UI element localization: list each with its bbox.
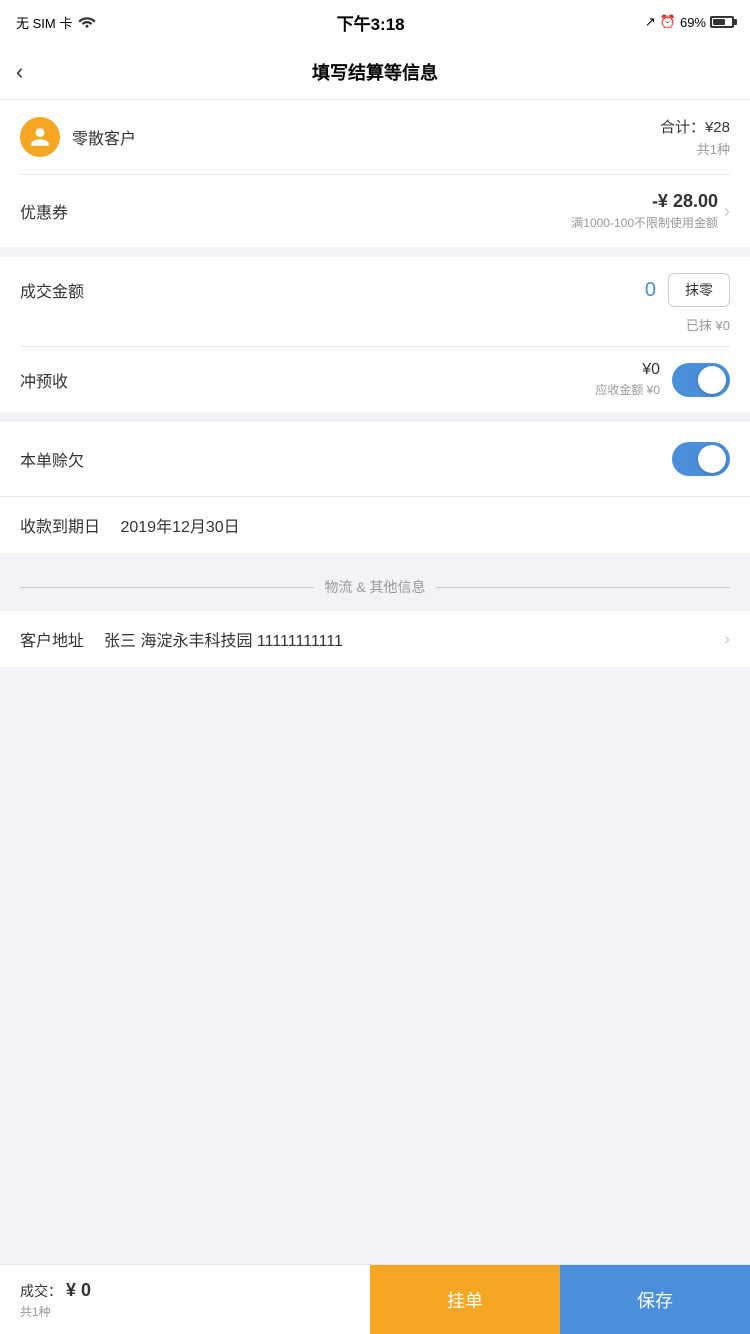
customer-avatar	[20, 117, 60, 157]
deal-section: 成交金额 0 抹零 已抹 ¥0 冲预收 ¥0 应收金额 ¥0	[0, 257, 750, 412]
bottom-bar: 成交： ¥ 0 共1种 挂单 保存	[0, 1264, 750, 1334]
customer-row[interactable]: 零散客户 合计：¥28 共1种	[0, 100, 750, 174]
save-button[interactable]: 保存	[560, 1265, 750, 1334]
customer-left: 零散客户	[20, 117, 136, 157]
back-button[interactable]: ‹	[16, 59, 23, 85]
deal-value: 0	[645, 279, 656, 302]
chevron-right-icon: ›	[724, 201, 730, 222]
address-content: 客户地址 张三 海淀永丰科技园 11111111111	[20, 627, 343, 651]
status-bar: 无 SIM 卡 下午3:18 ↗ ⏰ 69%	[0, 0, 750, 44]
coupon-row[interactable]: 优惠券 -¥ 28.00 满1000-100不限制使用金额 ›	[0, 175, 750, 247]
sim-status: 无 SIM 卡	[16, 13, 72, 32]
logistics-line-left	[20, 587, 314, 588]
status-left: 无 SIM 卡	[16, 13, 96, 32]
customer-total: 合计：¥28 共1种	[660, 116, 730, 158]
flush-amounts: ¥0 应收金额 ¥0	[595, 361, 660, 398]
address-label: 客户地址	[20, 627, 84, 651]
battery-percent: 69%	[680, 15, 706, 30]
flush-row: 冲预收 ¥0 应收金额 ¥0	[0, 347, 750, 412]
content: 零散客户 合计：¥28 共1种 优惠券 -¥ 28.00 满1000-100不限…	[0, 100, 750, 757]
logistics-line-right	[436, 587, 730, 588]
address-row[interactable]: 客户地址 张三 海淀永丰科技园 11111111111 ›	[0, 611, 750, 667]
flush-main-amount: ¥0	[595, 361, 660, 379]
location-icon: ↗	[645, 14, 656, 30]
total-amount: 合计：¥28	[660, 116, 730, 137]
debt-label: 本单赊欠	[20, 447, 84, 471]
bottom-count: 共1种	[20, 1303, 350, 1320]
debt-toggle[interactable]	[672, 442, 730, 476]
coupon-amount: -¥ 28.00	[571, 191, 718, 212]
total-count: 共1种	[660, 139, 730, 158]
deal-label: 成交金额	[20, 278, 84, 302]
customer-section: 零散客户 合计：¥28 共1种 优惠券 -¥ 28.00 满1000-100不限…	[0, 100, 750, 247]
battery-icon	[710, 16, 734, 28]
deal-right: 0 抹零	[645, 273, 730, 307]
bottom-info: 成交： ¥ 0 共1种	[0, 1280, 370, 1320]
status-right: ↗ ⏰ 69%	[645, 14, 734, 30]
coupon-desc: 满1000-100不限制使用金额	[571, 214, 718, 231]
flush-label: 冲预收	[20, 368, 68, 392]
bottom-deal-amount: ¥ 0	[66, 1280, 91, 1301]
toggle-knob	[698, 366, 726, 394]
deal-sub-text: 已抹 ¥0	[0, 315, 750, 346]
logistics-label: 物流 & 其他信息	[324, 577, 425, 597]
logistics-divider: 物流 & 其他信息	[0, 563, 750, 611]
bottom-deal-row: 成交： ¥ 0	[20, 1280, 350, 1301]
wifi-icon	[78, 14, 96, 31]
coupon-right: -¥ 28.00 满1000-100不限制使用金额 ›	[571, 191, 730, 231]
page-title: 填写结算等信息	[312, 59, 438, 85]
address-chevron-icon: ›	[724, 629, 730, 650]
nav-bar: ‹ 填写结算等信息	[0, 44, 750, 100]
flush-toggle[interactable]	[672, 363, 730, 397]
debt-toggle-knob	[698, 445, 726, 473]
coupon-info: -¥ 28.00 满1000-100不限制使用金额	[571, 191, 718, 231]
due-date-value: 2019年12月30日	[120, 519, 239, 536]
bottom-deal-label: 成交：	[20, 1281, 62, 1301]
flush-right: ¥0 应收金额 ¥0	[595, 361, 730, 398]
alarm-icon: ⏰	[660, 14, 676, 30]
customer-name: 零散客户	[72, 125, 136, 149]
round-button[interactable]: 抹零	[668, 273, 730, 307]
deal-amount-row: 成交金额 0 抹零	[0, 257, 750, 315]
coupon-label: 优惠券	[20, 199, 68, 223]
hold-button[interactable]: 挂单	[370, 1265, 560, 1334]
due-date-label: 收款到期日	[20, 519, 100, 536]
debt-row: 本单赊欠	[0, 422, 750, 496]
due-date-row: 收款到期日 2019年12月30日	[0, 496, 750, 553]
address-value: 张三 海淀永丰科技园 11111111111	[104, 627, 343, 651]
debt-section: 本单赊欠 收款到期日 2019年12月30日	[0, 422, 750, 553]
flush-sub-amount: 应收金额 ¥0	[595, 381, 660, 398]
status-time: 下午3:18	[337, 10, 405, 35]
address-section: 客户地址 张三 海淀永丰科技园 11111111111 ›	[0, 611, 750, 667]
